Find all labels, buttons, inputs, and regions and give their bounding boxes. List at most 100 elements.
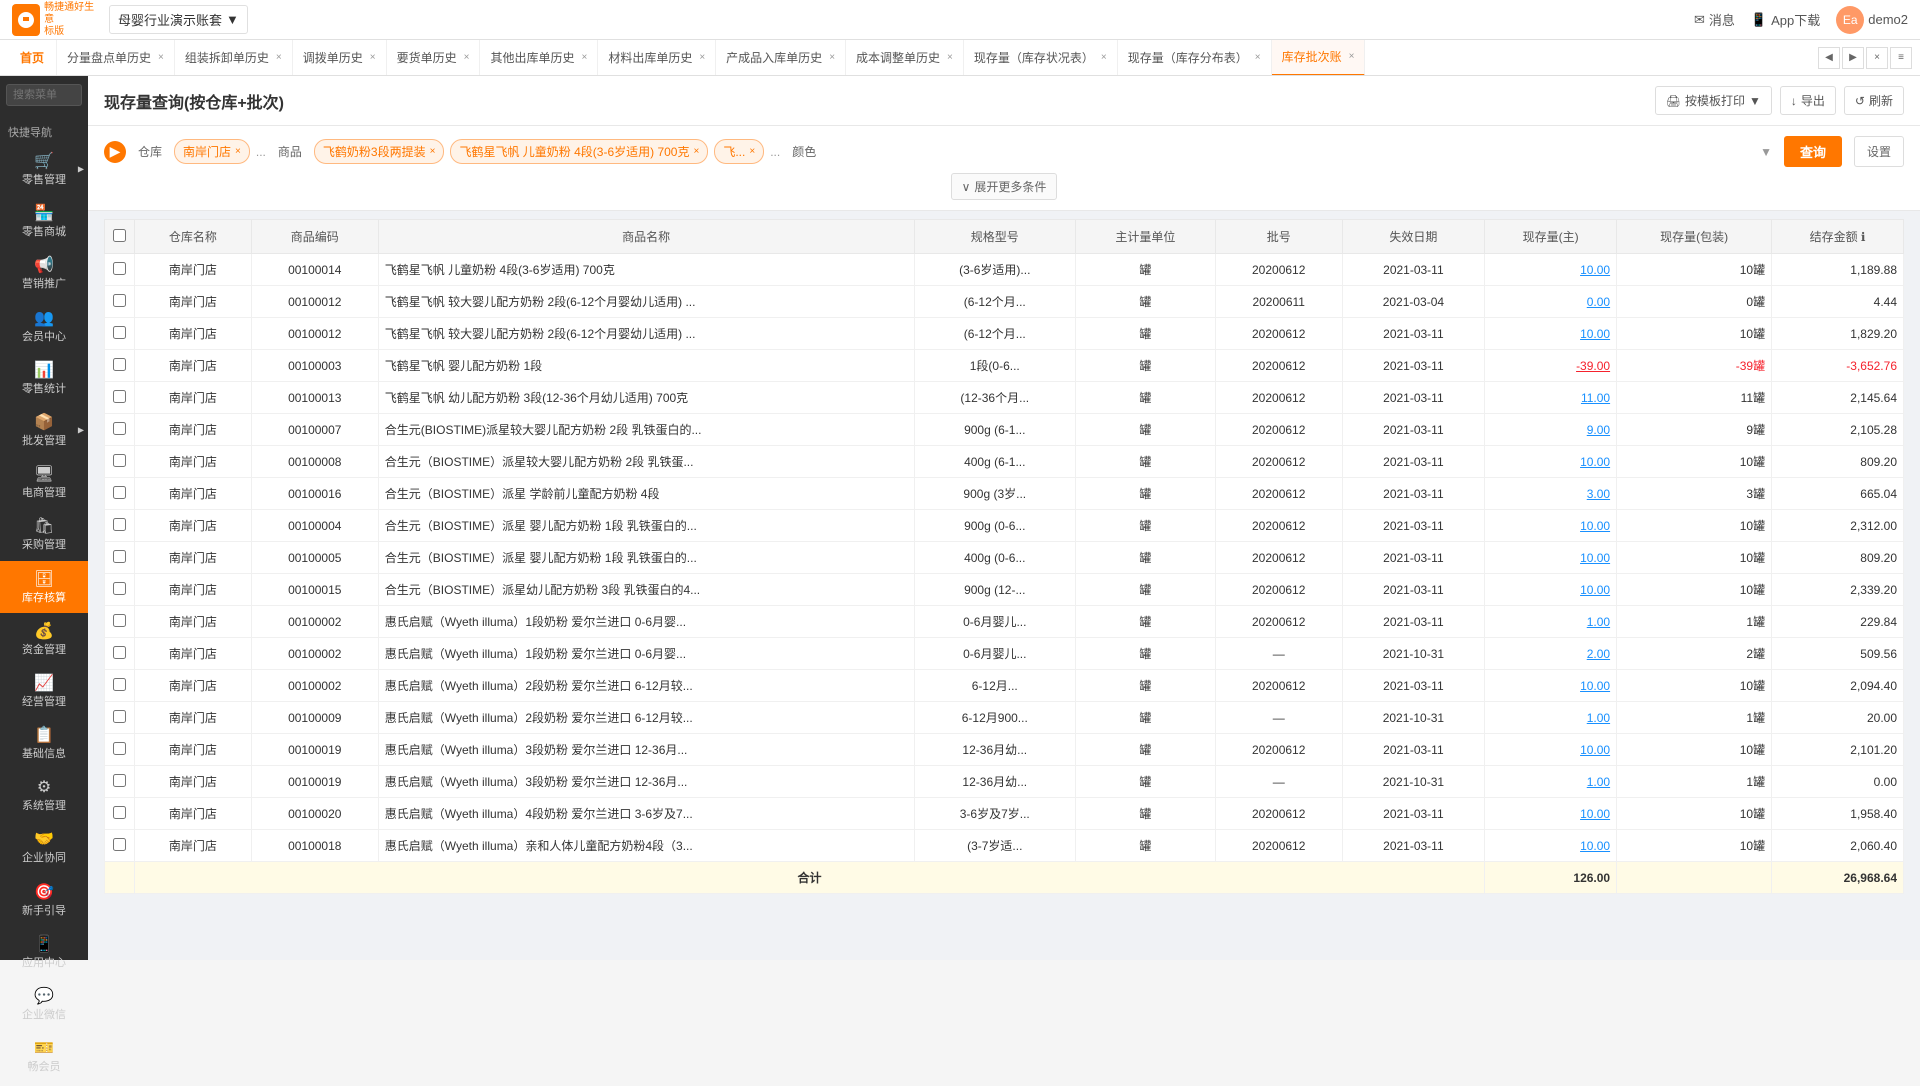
search-input[interactable] — [6, 84, 82, 106]
sidebar-item-retail-shop[interactable]: 🏪 零售商城 — [0, 195, 88, 247]
product-filter-more[interactable]: ... — [770, 145, 780, 159]
row-checkbox[interactable] — [113, 742, 126, 755]
tab-9[interactable]: 现存量（库存状况表） × — [964, 40, 1118, 76]
row-amount: 509.56 — [1772, 638, 1904, 670]
row-checkbox[interactable] — [113, 422, 126, 435]
row-expire: 2021-03-11 — [1342, 382, 1484, 414]
row-checkbox[interactable] — [113, 518, 126, 531]
sidebar-item-inventory[interactable]: 🗄 库存核算 — [0, 561, 88, 613]
tag-close-icon[interactable]: × — [693, 146, 699, 157]
sidebar-item-enterprise[interactable]: 🤝 企业协同 — [0, 821, 88, 873]
filter-more[interactable]: ... — [256, 145, 266, 159]
top-dropdown[interactable]: 母婴行业演示账套 ▼ — [109, 5, 248, 34]
row-spec: 0-6月婴儿... — [914, 606, 1075, 638]
tab-3[interactable]: 调拨单历史 × — [293, 40, 387, 76]
sidebar-item-member[interactable]: 👥 会员中心 — [0, 300, 88, 352]
row-checkbox[interactable] — [113, 358, 126, 371]
tab-home[interactable]: 首页 — [8, 40, 57, 76]
tab-7[interactable]: 产成品入库单历史 × — [716, 40, 846, 76]
sidebar-item-purchase[interactable]: 🛍 采购管理 — [0, 508, 88, 560]
row-checkbox[interactable] — [113, 262, 126, 275]
tab-1[interactable]: 分量盘点单历史 × — [57, 40, 175, 76]
product-tag-1[interactable]: 飞鹤奶粉3段两提装 × — [314, 139, 445, 164]
tab-2[interactable]: 组装拆卸单历史 × — [175, 40, 293, 76]
warehouse-tag[interactable]: 南岸门店 × — [174, 139, 250, 164]
refresh-btn[interactable]: ↺ 刷新 — [1844, 86, 1904, 115]
export-btn[interactable]: ↓ 导出 — [1780, 86, 1836, 115]
sidebar-item-system[interactable]: ⚙ 系统管理 — [0, 769, 88, 821]
sidebar-item-operations[interactable]: 📈 经营管理 — [0, 665, 88, 717]
sidebar-item-ecommerce[interactable]: 🖥 电商管理 — [0, 456, 88, 508]
nav-prev-btn[interactable]: ◀ — [1818, 47, 1840, 69]
close-icon[interactable]: × — [158, 52, 164, 63]
row-checkbox[interactable] — [113, 550, 126, 563]
tab-6[interactable]: 材料出库单历史 × — [598, 40, 716, 76]
select-all-checkbox[interactable] — [113, 229, 126, 242]
close-icon[interactable]: × — [947, 52, 953, 63]
row-checkbox[interactable] — [113, 582, 126, 595]
user-profile[interactable]: Ea demo2 — [1836, 6, 1908, 34]
operations-icon: 📈 — [34, 673, 54, 693]
close-icon[interactable]: × — [276, 52, 282, 63]
sidebar-item-retail-mgmt[interactable]: 🛒 零售管理 ▶ — [0, 143, 88, 195]
row-checkbox[interactable] — [113, 678, 126, 691]
close-icon[interactable]: × — [1101, 52, 1107, 63]
row-checkbox[interactable] — [113, 486, 126, 499]
sidebar-item-retail-stats[interactable]: 📊 零售统计 — [0, 352, 88, 404]
nav-menu-btn[interactable]: ≡ — [1890, 47, 1912, 69]
query-btn[interactable]: 查询 — [1784, 136, 1842, 167]
chevron-down-icon: ▼ — [226, 12, 239, 27]
app-download-btn[interactable]: 📱 App下载 — [1751, 10, 1820, 29]
row-checkbox[interactable] — [113, 774, 126, 787]
tab-10[interactable]: 现存量（库存分布表） × — [1118, 40, 1272, 76]
sidebar-item-guide[interactable]: 🎯 新手引导 — [0, 874, 88, 926]
row-checkbox[interactable] — [113, 390, 126, 403]
row-spec: 900g (6-1... — [914, 414, 1075, 446]
nav-tabs: 首页 分量盘点单历史 × 组装拆卸单历史 × 调拨单历史 × 要货单历史 × 其… — [0, 40, 1920, 76]
close-icon[interactable]: × — [581, 52, 587, 63]
settings-btn[interactable]: 设置 — [1854, 136, 1904, 167]
close-icon[interactable]: × — [1349, 51, 1355, 62]
color-dropdown-arrow[interactable]: ▼ — [1760, 145, 1772, 159]
sidebar-item-app-center[interactable]: 📱 应用中心 — [0, 926, 88, 978]
close-icon[interactable]: × — [370, 52, 376, 63]
close-icon[interactable]: × — [829, 52, 835, 63]
row-expire: 2021-03-11 — [1342, 446, 1484, 478]
expand-conditions-btn[interactable]: ∨ 展开更多条件 — [951, 173, 1058, 200]
sidebar-item-finance[interactable]: 💰 资金管理 — [0, 613, 88, 665]
row-checkbox[interactable] — [113, 710, 126, 723]
tab-4[interactable]: 要货单历史 × — [387, 40, 481, 76]
sidebar-item-label: 电商管理 — [22, 487, 66, 500]
sidebar-item-wholesale[interactable]: 📦 批发管理 ▶ — [0, 404, 88, 456]
sidebar-item-wecom[interactable]: 💬 企业微信 — [0, 978, 88, 1030]
tag-close-icon[interactable]: × — [235, 146, 241, 157]
tab-11[interactable]: 库存批次账 × — [1272, 40, 1366, 76]
row-checkbox[interactable] — [113, 326, 126, 339]
tab-8[interactable]: 成本调整单历史 × — [846, 40, 964, 76]
sidebar-item-member2[interactable]: 🎫 畅会员 — [0, 1030, 88, 1082]
row-checkbox[interactable] — [113, 806, 126, 819]
tag-close-icon[interactable]: × — [749, 146, 755, 157]
row-checkbox[interactable] — [113, 838, 126, 851]
close-icon[interactable]: × — [464, 52, 470, 63]
close-icon[interactable]: × — [699, 52, 705, 63]
row-checkbox[interactable] — [113, 454, 126, 467]
product-tag-2[interactable]: 飞鹤星飞帆 儿童奶粉 4段(3-6岁适用) 700克 × — [450, 139, 708, 164]
tag-close-icon[interactable]: × — [430, 146, 436, 157]
message-btn[interactable]: ✉ 消息 — [1694, 10, 1735, 29]
sidebar-item-label: 库存核算 — [22, 592, 66, 605]
row-code: 00100019 — [251, 766, 378, 798]
print-btn[interactable]: 🖨 按模板打印 ▼ — [1655, 86, 1772, 115]
product-tag-3[interactable]: 飞... × — [714, 139, 764, 164]
sidebar-item-basic-info[interactable]: 📋 基础信息 — [0, 717, 88, 769]
row-checkbox[interactable] — [113, 646, 126, 659]
sidebar-item-marketing[interactable]: 📢 营销推广 — [0, 247, 88, 299]
close-icon[interactable]: × — [1255, 52, 1261, 63]
tab-5[interactable]: 其他出库单历史 × — [480, 40, 598, 76]
sidebar-item-label: 零售管理 — [22, 174, 66, 187]
row-checkbox[interactable] — [113, 614, 126, 627]
expand-filter-btn[interactable]: ▶ — [104, 141, 126, 163]
nav-close-btn[interactable]: × — [1866, 47, 1888, 69]
row-checkbox[interactable] — [113, 294, 126, 307]
nav-next-btn[interactable]: ▶ — [1842, 47, 1864, 69]
